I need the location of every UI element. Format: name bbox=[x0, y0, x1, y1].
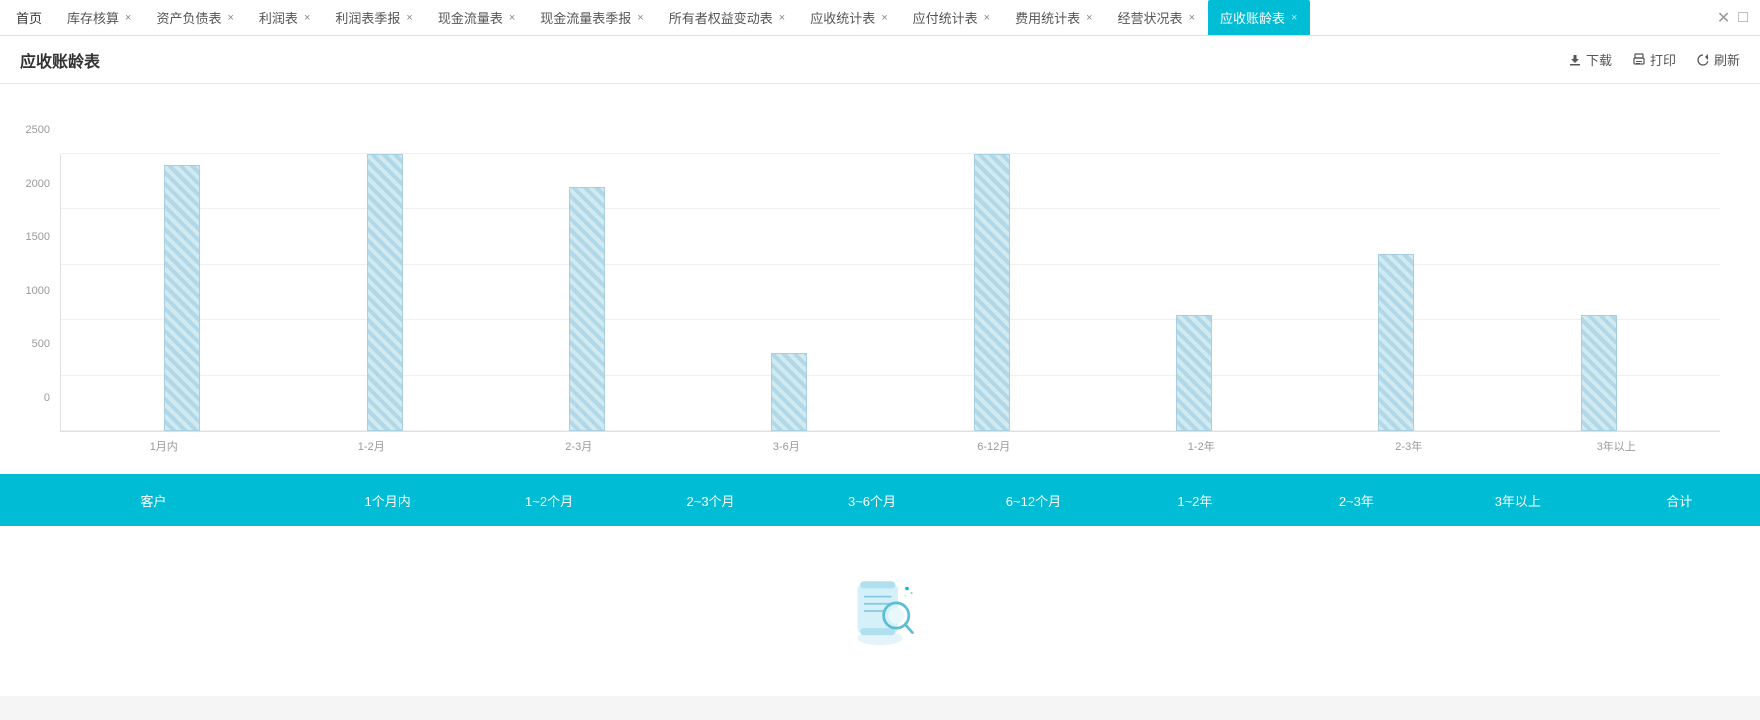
chart-x-label: 1-2月 bbox=[268, 432, 476, 454]
bar bbox=[974, 154, 1010, 431]
tab-expense-stats[interactable]: 费用统计表 × bbox=[1003, 0, 1105, 36]
chart-x-label: 1-2年 bbox=[1098, 432, 1306, 454]
chart-y-axis: 2500 2000 1500 1000 500 0 bbox=[20, 124, 60, 404]
close-ar-aging-tab[interactable]: × bbox=[1291, 12, 1297, 24]
bar bbox=[1378, 254, 1414, 431]
chart-inner: 1月内1-2月2-3月3-6月6-12月1-2年2-3年3年以上 bbox=[60, 154, 1720, 454]
print-icon bbox=[1632, 53, 1646, 67]
chart-x-label: 6-12月 bbox=[890, 432, 1098, 454]
th-cell: 3~6个月 bbox=[791, 491, 952, 510]
chart-container: 2500 2000 1500 1000 500 0 bbox=[20, 104, 1720, 454]
tab-bar: 首页 库存核算 × 资产负债表 × 利润表 × 利润表季报 × 现金流量表 × … bbox=[0, 0, 1760, 36]
chart-x-label: 2-3月 bbox=[475, 432, 683, 454]
chart-area: 2500 2000 1500 1000 500 0 bbox=[0, 84, 1760, 474]
window-maximize-btn[interactable]: □ bbox=[1738, 9, 1748, 27]
tab-cashflow-quarterly[interactable]: 现金流量表季报 × bbox=[528, 0, 656, 36]
page-title: 应收账龄表 bbox=[20, 48, 100, 72]
bar bbox=[367, 154, 403, 431]
main-content: 2500 2000 1500 1000 500 0 bbox=[0, 84, 1760, 696]
th-cell: 客户 bbox=[0, 491, 307, 510]
chart-plot bbox=[60, 154, 1720, 432]
chart-x-labels: 1月内1-2月2-3月3-6月6-12月1-2年2-3年3年以上 bbox=[60, 432, 1720, 454]
th-cell: 1个月内 bbox=[307, 491, 468, 510]
bar bbox=[1581, 315, 1617, 431]
empty-state bbox=[0, 526, 1760, 696]
bar bbox=[771, 353, 807, 431]
th-cell: 1~2个月 bbox=[468, 491, 629, 510]
download-button[interactable]: 下载 bbox=[1568, 50, 1612, 69]
bar-group bbox=[81, 154, 283, 431]
th-cell: 合计 bbox=[1599, 491, 1760, 510]
close-ap-stats-tab[interactable]: × bbox=[984, 12, 990, 24]
close-equity-tab[interactable]: × bbox=[779, 12, 785, 24]
bar-group bbox=[1498, 154, 1700, 431]
window-close-btn[interactable]: ✕ bbox=[1717, 8, 1730, 28]
header-actions: 下载 打印 刷新 bbox=[1568, 50, 1740, 69]
chart-x-label: 1月内 bbox=[60, 432, 268, 454]
tab-profit-quarterly[interactable]: 利润表季报 × bbox=[323, 0, 425, 36]
th-cell: 1~2年 bbox=[1114, 491, 1275, 510]
chart-x-label: 3-6月 bbox=[683, 432, 891, 454]
tab-operations[interactable]: 经营状况表 × bbox=[1106, 0, 1208, 36]
th-cell: 3年以上 bbox=[1437, 491, 1598, 510]
chart-x-label: 2-3年 bbox=[1305, 432, 1513, 454]
close-inventory-tab[interactable]: × bbox=[125, 12, 131, 24]
tab-profit[interactable]: 利润表 × bbox=[247, 0, 323, 36]
bars-container bbox=[61, 154, 1720, 431]
bar-group bbox=[688, 154, 890, 431]
th-cell: 6~12个月 bbox=[953, 491, 1114, 510]
refresh-icon bbox=[1696, 53, 1710, 67]
bar bbox=[1176, 315, 1212, 431]
bar-group bbox=[1295, 154, 1497, 431]
empty-icon bbox=[835, 566, 925, 656]
th-cell: 2~3年 bbox=[1276, 491, 1437, 510]
th-cell: 2~3个月 bbox=[630, 491, 791, 510]
bar-group bbox=[283, 154, 485, 431]
bar bbox=[164, 165, 200, 431]
close-cashflow-quarterly-tab[interactable]: × bbox=[637, 12, 643, 24]
chart-x-label: 3年以上 bbox=[1513, 432, 1721, 454]
download-icon bbox=[1568, 53, 1582, 67]
close-balance-sheet-tab[interactable]: × bbox=[227, 12, 233, 24]
close-operations-tab[interactable]: × bbox=[1189, 12, 1195, 24]
bar-group bbox=[1093, 154, 1295, 431]
tab-ar-aging[interactable]: 应收账龄表 × bbox=[1208, 0, 1310, 36]
page-header: 应收账龄表 下载 打印 刷新 bbox=[0, 36, 1760, 84]
table-header: 客户1个月内1~2个月2~3个月3~6个月6~12个月1~2年2~3年3年以上合… bbox=[0, 474, 1760, 526]
tab-inventory[interactable]: 库存核算 × bbox=[55, 0, 144, 36]
close-profit-quarterly-tab[interactable]: × bbox=[406, 12, 412, 24]
tab-home[interactable]: 首页 bbox=[4, 0, 55, 36]
tab-equity[interactable]: 所有者权益变动表 × bbox=[657, 0, 798, 36]
close-profit-tab[interactable]: × bbox=[304, 12, 310, 24]
bar bbox=[569, 187, 605, 431]
close-cashflow-tab[interactable]: × bbox=[509, 12, 515, 24]
close-expense-stats-tab[interactable]: × bbox=[1086, 12, 1092, 24]
tab-bar-actions: ✕ □ bbox=[1717, 8, 1756, 28]
bar-group bbox=[891, 154, 1093, 431]
tab-cashflow[interactable]: 现金流量表 × bbox=[426, 0, 528, 36]
bar-group bbox=[486, 154, 688, 431]
print-button[interactable]: 打印 bbox=[1632, 50, 1676, 69]
refresh-button[interactable]: 刷新 bbox=[1696, 50, 1740, 69]
close-ar-stats-tab[interactable]: × bbox=[881, 12, 887, 24]
tab-ar-stats[interactable]: 应收统计表 × bbox=[798, 0, 900, 36]
tab-balance-sheet[interactable]: 资产负债表 × bbox=[144, 0, 246, 36]
tab-ap-stats[interactable]: 应付统计表 × bbox=[901, 0, 1003, 36]
